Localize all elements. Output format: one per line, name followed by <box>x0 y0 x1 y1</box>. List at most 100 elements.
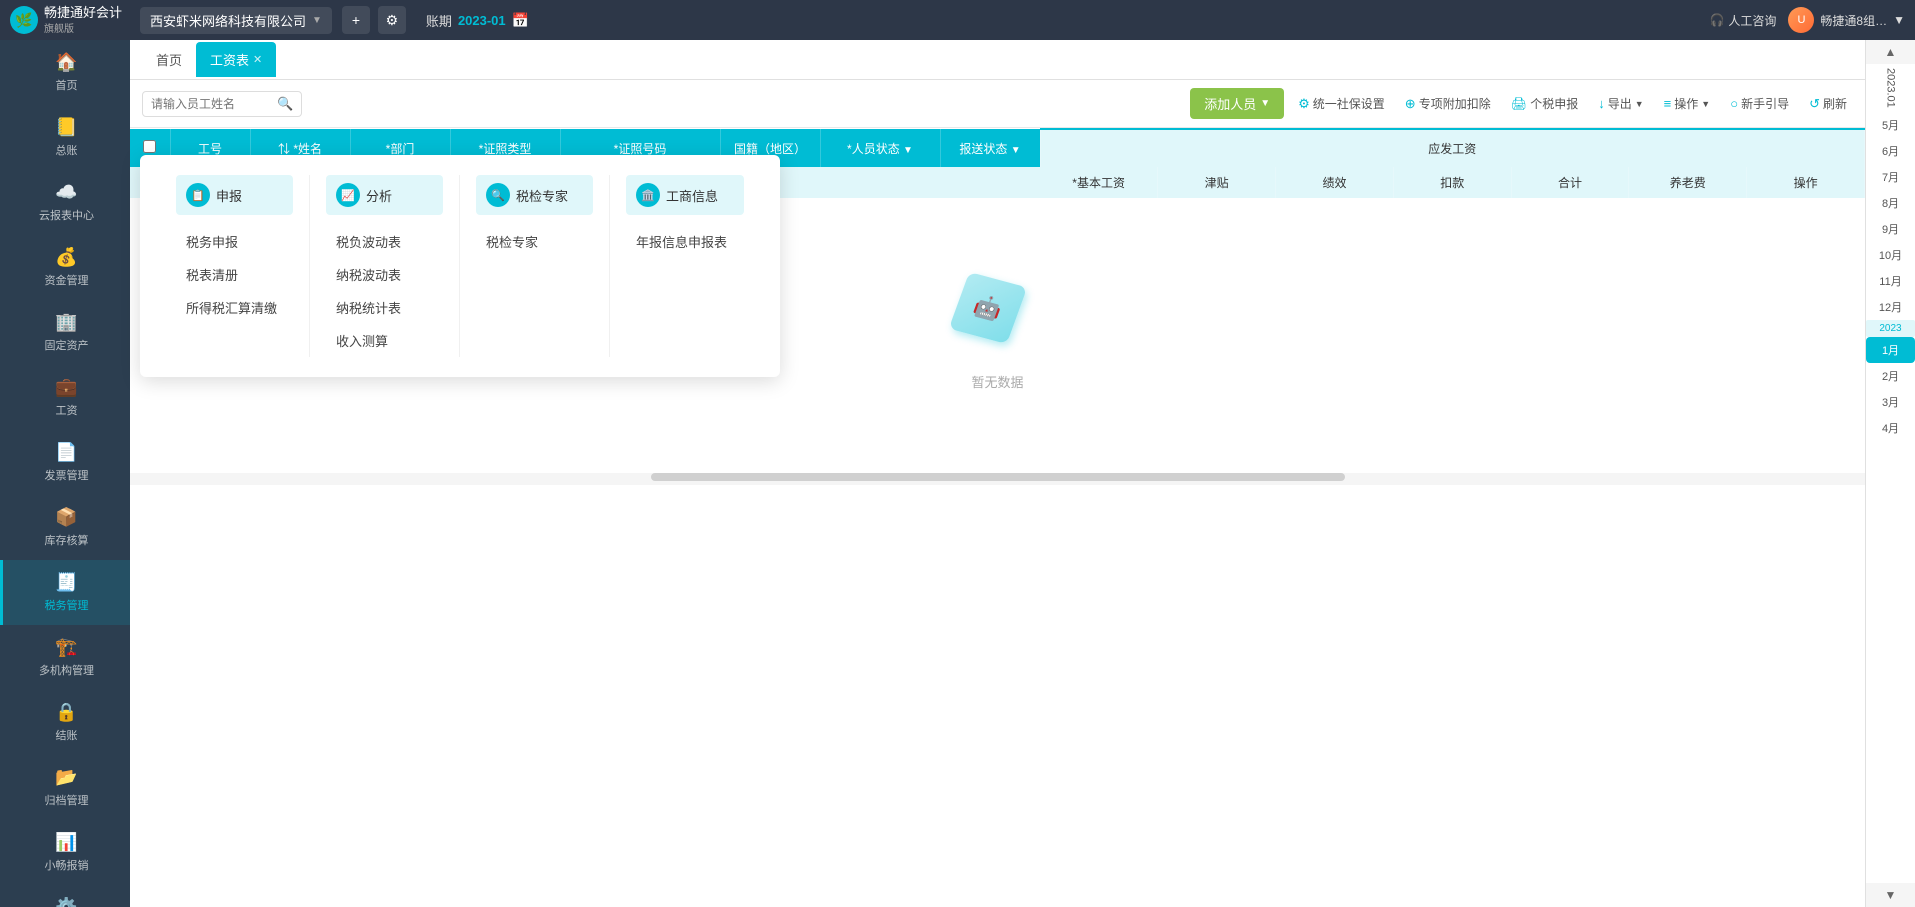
menu-income-tax[interactable]: 所得税汇算清缴 <box>176 291 293 324</box>
sidebar-item-cloud[interactable]: ☁️ 云报表中心 <box>0 170 130 235</box>
add-btn[interactable]: + <box>342 6 370 34</box>
new-guide-action[interactable]: ○ 新手引导 <box>1724 91 1795 116</box>
tab-home[interactable]: 首页 <box>142 42 196 77</box>
salary-icon: 💼 <box>55 377 77 398</box>
sidebar-item-xiaochang[interactable]: 📊 小畅报销 <box>0 820 130 885</box>
sidebar-item-multi[interactable]: 🏗️ 多机构管理 <box>0 625 130 690</box>
operate-action[interactable]: ≡ 操作 ▼ <box>1658 91 1717 116</box>
assets-icon: 🏢 <box>55 312 77 333</box>
popup-col-business: 🏛️ 工商信息 年报信息申报表 <box>610 175 760 357</box>
month-2022-5[interactable]: 5月 <box>1866 112 1915 138</box>
menu-annual-report[interactable]: 年报信息申报表 <box>626 225 744 258</box>
search-container: 🔍 <box>142 91 302 117</box>
tax-icon: 🧾 <box>55 572 77 593</box>
tab-close-icon[interactable]: ✕ <box>253 53 262 66</box>
add-person-button[interactable]: 添加人员 ▼ <box>1190 88 1284 119</box>
menu-tax-table[interactable]: 税表清册 <box>176 258 293 291</box>
social-security-action[interactable]: ⚙ 统一社保设置 <box>1292 91 1391 116</box>
popup-col-declaration-header: 📋 申报 <box>176 175 293 215</box>
scrollbar-track <box>651 473 1345 481</box>
sidebar-item-archive[interactable]: 📂 归档管理 <box>0 755 130 820</box>
sidebar-item-ledger[interactable]: 📒 总账 <box>0 105 130 170</box>
month-2022-8[interactable]: 8月 <box>1866 190 1915 216</box>
service-button[interactable]: 🎧 人工咨询 <box>1709 12 1776 29</box>
sidebar-item-home[interactable]: 🏠 首页 <box>0 40 130 105</box>
year-sidebar-up-btn[interactable]: ▲ <box>1866 40 1915 64</box>
col-report-status: 报送状态 ▼ <box>940 129 1040 167</box>
col-pension: 养老费 <box>1629 167 1747 198</box>
archive-icon: 📂 <box>55 767 77 788</box>
menu-tax-burden[interactable]: 税负波动表 <box>326 225 443 258</box>
sidebar-item-tax[interactable]: 🧾 税务管理 <box>0 560 130 625</box>
empty-text: 暂无数据 <box>971 372 1023 391</box>
search-icon[interactable]: 🔍 <box>277 96 293 112</box>
menu-income-calc[interactable]: 收入测算 <box>326 324 443 357</box>
col-status: *人员状态 ▼ <box>820 129 940 167</box>
export-icon: ↓ <box>1598 96 1605 111</box>
new-guide-icon: ○ <box>1730 96 1738 111</box>
search-input[interactable] <box>151 97 271 111</box>
tab-salary-table[interactable]: 工资表 ✕ <box>196 42 276 77</box>
business-label: 工商信息 <box>666 186 718 205</box>
headset-icon: 🎧 <box>1709 13 1724 27</box>
sidebar-item-invoice[interactable]: 📄 发票管理 <box>0 430 130 495</box>
month-2022-6[interactable]: 6月 <box>1866 138 1915 164</box>
period-value: 2023-01 <box>458 13 506 28</box>
popup-col-analysis: 📈 分析 税负波动表 纳税波动表 纳税统计表 收入测算 <box>310 175 460 357</box>
menu-tax-declare[interactable]: 税务申报 <box>176 225 293 258</box>
popup-menu[interactable]: 📋 申报 税务申报 税表清册 所得税汇算清缴 📈 分析 税负波动表 纳税波动表 … <box>140 155 780 377</box>
sidebar-item-salary[interactable]: 💼 工资 <box>0 365 130 430</box>
tab-home-label: 首页 <box>156 50 182 69</box>
special-deduct-icon: ⊕ <box>1405 96 1416 112</box>
month-2022-7[interactable]: 7月 <box>1866 164 1915 190</box>
export-action[interactable]: ↓ 导出 ▼ <box>1592 91 1649 116</box>
select-all-checkbox[interactable] <box>143 140 156 153</box>
declaration-icon: 📋 <box>186 183 210 207</box>
sidebar-item-inventory[interactable]: 📦 库存核算 <box>0 495 130 560</box>
tab-salary-label: 工资表 <box>210 50 249 69</box>
refresh-icon: ↺ <box>1809 96 1820 112</box>
sidebar-item-funds[interactable]: 💰 资金管理 <box>0 235 130 300</box>
user-dropdown-icon: ▼ <box>1893 13 1905 27</box>
year-sidebar-down-btn[interactable]: ▼ <box>1866 883 1915 907</box>
empty-icon: 🤖 <box>958 278 1038 358</box>
ledger-icon: 📒 <box>55 117 77 138</box>
menu-tax-expert[interactable]: 税检专家 <box>476 225 593 258</box>
top-header: 🌿 畅捷通好会计 旗舰版 西安虾米网络科技有限公司 ▼ + ⚙ 账期 2023-… <box>0 0 1915 40</box>
table-scrollbar[interactable] <box>130 473 1865 485</box>
sidebar-item-close[interactable]: 🔒 结账 <box>0 690 130 755</box>
inventory-icon: 📦 <box>55 507 77 528</box>
menu-tax-wave[interactable]: 纳税波动表 <box>326 258 443 291</box>
settings-btn[interactable]: ⚙ <box>378 6 406 34</box>
analysis-label: 分析 <box>366 186 392 205</box>
operate-icon: ≡ <box>1664 96 1672 111</box>
period-info: 账期 2023-01 📅 <box>426 11 529 30</box>
month-2022-9[interactable]: 9月 <box>1866 216 1915 242</box>
basic-icon: ⚙️ <box>55 897 77 907</box>
month-2023-1[interactable]: 1月 <box>1866 337 1915 363</box>
col-perf: 绩效 <box>1276 167 1394 198</box>
sidebar-item-basic[interactable]: ⚙️ 基础设置 <box>0 885 130 907</box>
month-2023-2[interactable]: 2月 <box>1866 363 1915 389</box>
month-2022-10[interactable]: 10月 <box>1866 242 1915 268</box>
header-actions: + ⚙ <box>342 6 406 34</box>
cube-decoration: 🤖 <box>948 272 1027 344</box>
personal-tax-action[interactable]: 🖨 个税申报 <box>1505 91 1585 116</box>
company-selector[interactable]: 西安虾米网络科技有限公司 ▼ <box>140 7 332 34</box>
sidebar: 🏠 首页 📒 总账 ☁️ 云报表中心 💰 资金管理 🏢 固定资产 💼 工资 📄 … <box>0 40 130 907</box>
declaration-label: 申报 <box>216 186 242 205</box>
user-info[interactable]: U 畅捷通8组… ▼ <box>1788 7 1905 33</box>
month-2023-4[interactable]: 4月 <box>1866 415 1915 441</box>
refresh-action[interactable]: ↺ 刷新 <box>1803 91 1853 116</box>
period-display-label: 2023.01 <box>1883 64 1899 112</box>
special-deduct-action[interactable]: ⊕ 专项附加扣除 <box>1399 91 1497 116</box>
month-2022-12[interactable]: 12月 <box>1866 294 1915 320</box>
business-icon: 🏛️ <box>636 183 660 207</box>
month-2023-3[interactable]: 3月 <box>1866 389 1915 415</box>
month-2022-11[interactable]: 11月 <box>1866 268 1915 294</box>
sidebar-item-assets[interactable]: 🏢 固定资产 <box>0 300 130 365</box>
menu-tax-stats[interactable]: 纳税统计表 <box>326 291 443 324</box>
popup-col-analysis-header: 📈 分析 <box>326 175 443 215</box>
expert-label: 税检专家 <box>516 186 568 205</box>
calendar-icon[interactable]: 📅 <box>512 12 529 29</box>
